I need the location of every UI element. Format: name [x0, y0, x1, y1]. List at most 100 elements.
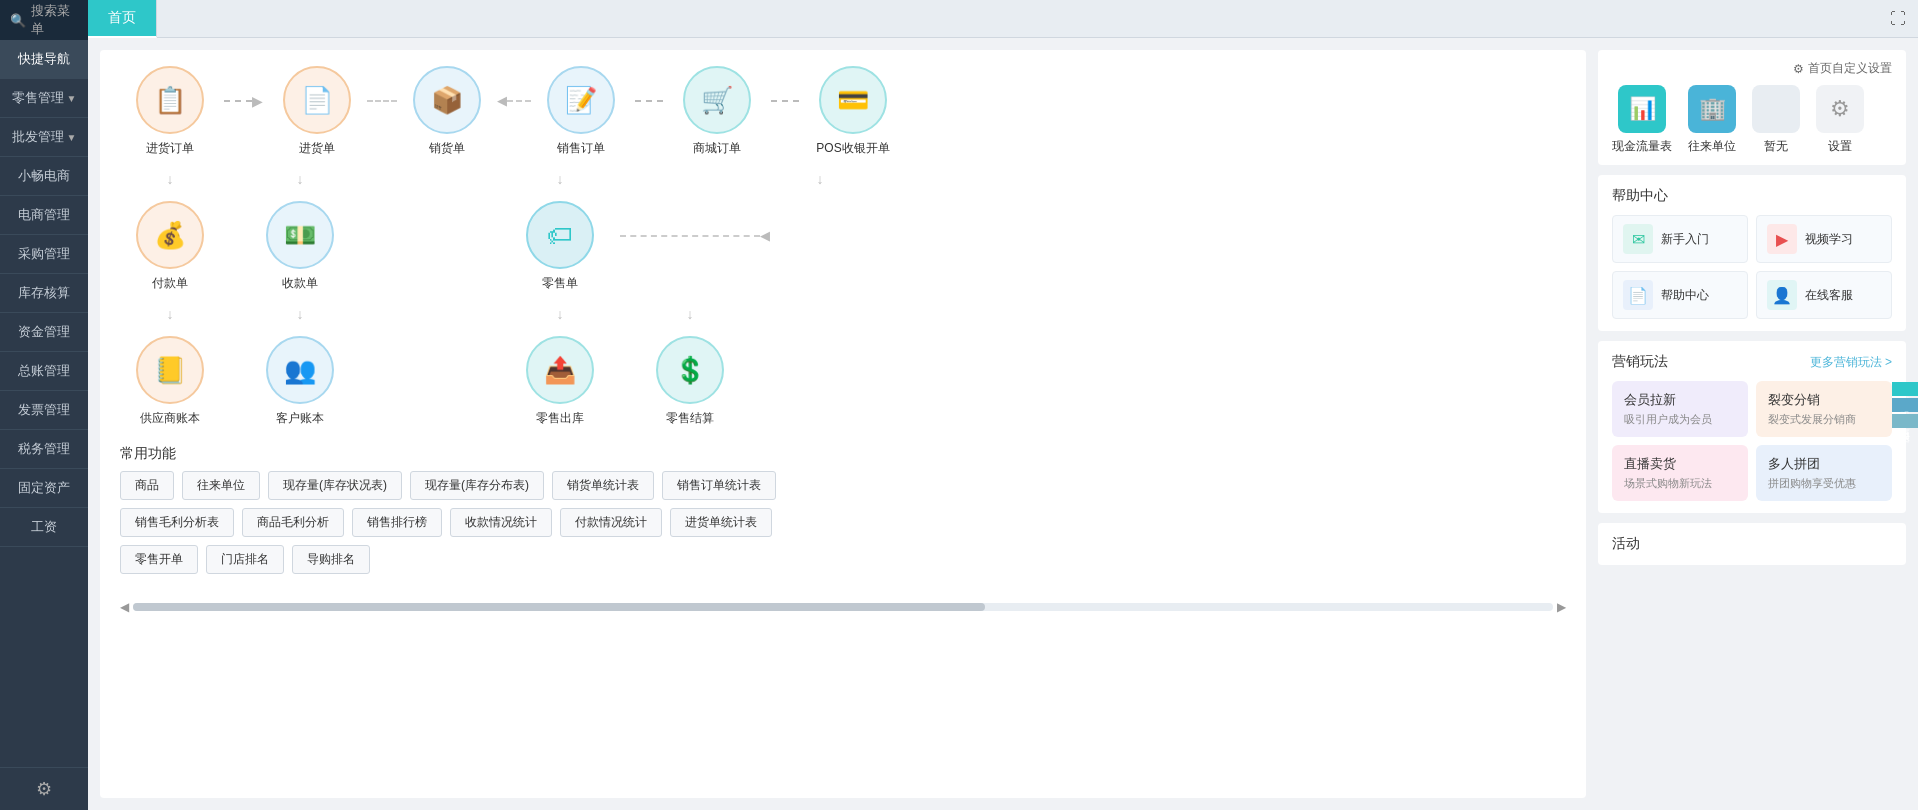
help-label-online-service: 在线客服 — [1805, 287, 1853, 304]
common-funcs-title: 常用功能 — [120, 445, 1566, 463]
func-btn-0-3[interactable]: 现存量(库存分布表) — [410, 471, 544, 500]
sidebar-item-salary[interactable]: 工资 — [0, 508, 88, 547]
marketing-desc-fission-sales: 裂变式发展分销商 — [1768, 412, 1880, 427]
arrow-1-2: ▶ — [220, 93, 267, 109]
sidebar-item-retail-mgmt[interactable]: 零售管理▼ — [0, 79, 88, 118]
expand-arrow: ▼ — [67, 132, 77, 143]
sidebar-item-fixed-assets[interactable]: 固定资产 — [0, 469, 88, 508]
fullscreen-button[interactable]: ⛶ — [1878, 10, 1918, 28]
help-icon-help: 📄 — [1623, 280, 1653, 310]
marketing-item-fission-sales[interactable]: 裂变分销 裂变式发展分销商 — [1756, 381, 1892, 437]
homepage-settings[interactable]: ⚙ 首页自定义设置 — [1612, 60, 1892, 77]
node-purchase-receipt: 📄 进货单 — [267, 66, 367, 157]
func-btn-0-0[interactable]: 商品 — [120, 471, 174, 500]
marketing-item-group-buy[interactable]: 多人拼团 拼团购物享受优惠 — [1756, 445, 1892, 501]
func-btn-1-3[interactable]: 收款情况统计 — [450, 508, 552, 537]
func-btn-0-4[interactable]: 销货单统计表 — [552, 471, 654, 500]
help-item-beginner[interactable]: ✉ 新手入门 — [1612, 215, 1748, 263]
func-btn-1-2[interactable]: 销售排行榜 — [352, 508, 442, 537]
marketing-item-member-recruit[interactable]: 会员拉新 吸引用户成为会员 — [1612, 381, 1748, 437]
expand-arrow: ▼ — [67, 93, 77, 104]
scroll-track[interactable] — [133, 603, 1553, 611]
help-item-help[interactable]: 📄 帮助中心 — [1612, 271, 1748, 319]
func-row-1: 销售毛利分析表商品毛利分析销售排行榜收款情况统计付款情况统计进货单统计表 — [120, 508, 1566, 537]
func-btn-0-2[interactable]: 现存量(库存状况表) — [268, 471, 402, 500]
func-btn-0-5[interactable]: 销售订单统计表 — [662, 471, 776, 500]
help-center-title: 帮助中心 — [1612, 187, 1892, 205]
flow-diagram: 📋 进货订单 ▶ 📄 进货单 — [120, 66, 1566, 427]
sidebar-search-button[interactable]: 🔍 搜索菜单 — [0, 0, 88, 40]
func-btn-1-4[interactable]: 付款情况统计 — [560, 508, 662, 537]
sidebar-item-xiaochang-ecom[interactable]: 小畅电商 — [0, 157, 88, 196]
float-customer-service[interactable]: 客服热线 — [1892, 382, 1918, 396]
node-sales-order: 📝 销售订单 — [531, 66, 631, 157]
node-pos-cashier: 💳 POS收银开单 — [803, 66, 903, 157]
func-row-2: 零售开单门店排名导购排名 — [120, 545, 1566, 574]
main-white-card: 📋 进货订单 ▶ 📄 进货单 — [100, 50, 1586, 798]
sidebar-item-inventory[interactable]: 库存核算 — [0, 274, 88, 313]
down-arrow-retail-out: ↓ — [557, 306, 564, 322]
sidebar-label-finance-mgmt: 资金管理 — [18, 323, 70, 341]
float-desktop-shortcut[interactable]: 桌面快捷 — [1892, 414, 1918, 428]
marketing-more-link[interactable]: 更多营销玩法 > — [1810, 354, 1892, 371]
down-arrows-row1: ↓ ↓ ↓ — [120, 171, 1566, 187]
common-funcs-section: 常用功能 商品往来单位现存量(库存状况表) 现存量(库存分布表) 销货单统计表销售订… — [120, 445, 1566, 582]
right-top-icons: ⚙ 首页自定义设置 📊 现金流量表 🏢 往来单位 暂无 ⚙ 设置 — [1598, 50, 1906, 165]
sidebar-item-finance-mgmt[interactable]: 资金管理 — [0, 313, 88, 352]
sidebar-settings-icon[interactable]: ⚙ — [36, 778, 52, 800]
supplier-account-icon: 📒 — [136, 336, 204, 404]
scroll-left-arrow[interactable]: ◀ — [120, 600, 129, 614]
tab-home[interactable]: 首页 — [88, 0, 157, 38]
node-retail-order: 🏷 零售单 — [510, 201, 610, 292]
sidebar-item-invoice-mgmt[interactable]: 发票管理 — [0, 391, 88, 430]
payment-icon: 💰 — [136, 201, 204, 269]
help-icon-video: ▶ — [1767, 224, 1797, 254]
func-btn-2-2[interactable]: 导购排名 — [292, 545, 370, 574]
icon-tile-none[interactable]: 暂无 — [1752, 85, 1800, 155]
sidebar-label-xiaochang-ecom: 小畅电商 — [18, 167, 70, 185]
func-btn-2-1[interactable]: 门店排名 — [206, 545, 284, 574]
search-icon: 🔍 — [10, 13, 26, 28]
marketing-header: 营销玩法 更多营销玩法 > — [1612, 353, 1892, 371]
node-retail-outbound: 📤 零售出库 — [510, 336, 610, 427]
sidebar-item-wholesale-mgmt[interactable]: 批发管理▼ — [0, 118, 88, 157]
func-btn-1-0[interactable]: 销售毛利分析表 — [120, 508, 234, 537]
node-purchase-order: 📋 进货订单 — [120, 66, 220, 157]
help-item-video[interactable]: ▶ 视频学习 — [1756, 215, 1892, 263]
sidebar-item-purchase-mgmt[interactable]: 采购管理 — [0, 235, 88, 274]
flow-row-2: 💰 付款单 💵 收款单 — [120, 201, 1566, 292]
sidebar-item-ecom-mgmt[interactable]: 电商管理 — [0, 196, 88, 235]
float-service-community[interactable]: 服务社区 — [1892, 398, 1918, 412]
scroll-bar-area: ◀ ▶ — [120, 600, 1566, 614]
sidebar-label-purchase-mgmt: 采购管理 — [18, 245, 70, 263]
sidebar-label-wholesale-mgmt: 批发管理 — [12, 128, 64, 146]
marketing-desc-group-buy: 拼团购物享受优惠 — [1768, 476, 1880, 491]
sidebar-item-tax-mgmt[interactable]: 税务管理 — [0, 430, 88, 469]
sidebar-bottom: ⚙ — [0, 767, 88, 810]
marketing-item-live-selling[interactable]: 直播卖货 场景式购物新玩法 — [1612, 445, 1748, 501]
flow-row-1: 📋 进货订单 ▶ 📄 进货单 — [120, 66, 1566, 157]
sidebar-label-retail-mgmt: 零售管理 — [12, 89, 64, 107]
marketing-title-member-recruit: 会员拉新 — [1624, 391, 1736, 409]
purchase-order-icon: 📋 — [136, 66, 204, 134]
help-label-beginner: 新手入门 — [1661, 231, 1709, 248]
arrow-4-5 — [631, 100, 667, 102]
func-row-0: 商品往来单位现存量(库存状况表) 现存量(库存分布表) 销货单统计表销售订单统计表 — [120, 471, 1566, 500]
help-item-online-service[interactable]: 👤 在线客服 — [1756, 271, 1892, 319]
icon-tile-cash-flow[interactable]: 📊 现金流量表 — [1612, 85, 1672, 155]
func-btn-1-5[interactable]: 进货单统计表 — [670, 508, 772, 537]
icon-tile-business-partner[interactable]: 🏢 往来单位 — [1688, 85, 1736, 155]
sidebar-item-general-ledger[interactable]: 总账管理 — [0, 352, 88, 391]
down-arrow-pos: ↓ — [817, 171, 824, 187]
sidebar-label-general-ledger: 总账管理 — [18, 362, 70, 380]
left-panel: 📋 进货订单 ▶ 📄 进货单 — [88, 38, 1598, 810]
marketing-desc-live-selling: 场景式购物新玩法 — [1624, 476, 1736, 491]
icon-tile-settings[interactable]: ⚙ 设置 — [1816, 85, 1864, 155]
scroll-right-arrow[interactable]: ▶ — [1557, 600, 1566, 614]
sidebar-label-salary: 工资 — [31, 518, 57, 536]
func-btn-2-0[interactable]: 零售开单 — [120, 545, 198, 574]
sidebar-item-quick-nav[interactable]: 快捷导航 — [0, 40, 88, 79]
marketing-title-live-selling: 直播卖货 — [1624, 455, 1736, 473]
func-btn-0-1[interactable]: 往来单位 — [182, 471, 260, 500]
func-btn-1-1[interactable]: 商品毛利分析 — [242, 508, 344, 537]
